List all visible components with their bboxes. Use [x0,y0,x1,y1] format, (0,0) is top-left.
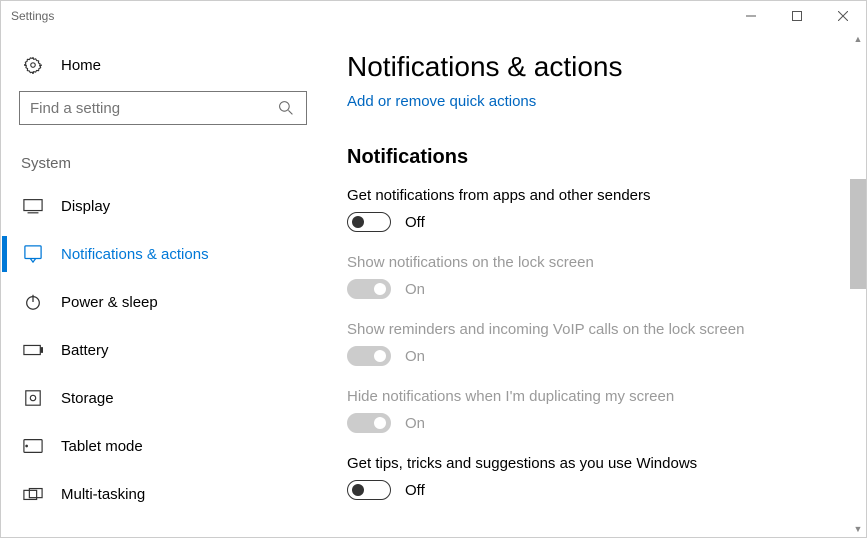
close-button[interactable] [820,1,866,31]
quick-actions-link[interactable]: Add or remove quick actions [347,93,846,110]
toggle-switch [347,413,391,433]
search-input[interactable] [30,100,276,117]
minimize-button[interactable] [728,1,774,31]
window-title: Settings [11,9,54,23]
sidebar-item-label: Notifications & actions [61,246,209,263]
scrollbar[interactable]: ▲ ▼ [850,31,866,537]
sidebar-item-label: Tablet mode [61,438,143,455]
sidebar-item-label: Battery [61,342,109,359]
sidebar-item-power[interactable]: Power & sleep [19,278,321,326]
titlebar: Settings [1,1,866,31]
setting-label: Get notifications from apps and other se… [347,187,846,204]
setting-label: Get tips, tricks and suggestions as you … [347,455,846,472]
sidebar-item-label: Multi-tasking [61,486,145,503]
scroll-up-icon[interactable]: ▲ [850,31,866,47]
maximize-button[interactable] [774,1,820,31]
sidebar-item-label: Power & sleep [61,294,158,311]
toggle-switch [347,279,391,299]
toggle-switch[interactable] [347,480,391,500]
display-icon [23,196,43,216]
setting-label: Show reminders and incoming VoIP calls o… [347,321,846,338]
power-icon [23,292,43,312]
setting-lock-screen-notifications: Show notifications on the lock screen On [347,254,846,299]
sidebar-item-tablet[interactable]: Tablet mode [19,422,321,470]
setting-label: Hide notifications when I'm duplicating … [347,388,846,405]
toggle-state: On [405,348,425,365]
sidebar-item-storage[interactable]: Storage [19,374,321,422]
toggle-switch [347,346,391,366]
scroll-down-icon[interactable]: ▼ [850,521,866,537]
toggle-state: Off [405,214,425,231]
home-nav[interactable]: Home [19,47,321,85]
search-input-container[interactable] [19,91,307,125]
sidebar-item-multitasking[interactable]: Multi-tasking [19,470,321,518]
toggle-state: On [405,281,425,298]
sidebar: Home System Display Notifications & acti… [1,31,321,537]
gear-icon [23,55,43,75]
home-label: Home [61,57,101,74]
tablet-icon [23,436,43,456]
sidebar-item-battery[interactable]: Battery [19,326,321,374]
multitasking-icon [23,484,43,504]
page-title: Notifications & actions [347,51,846,83]
setting-get-notifications: Get notifications from apps and other se… [347,187,846,232]
sidebar-item-display[interactable]: Display [19,182,321,230]
setting-hide-duplicating: Hide notifications when I'm duplicating … [347,388,846,433]
setting-voip-lock-screen: Show reminders and incoming VoIP calls o… [347,321,846,366]
storage-icon [23,388,43,408]
sidebar-item-notifications[interactable]: Notifications & actions [19,230,321,278]
toggle-state: Off [405,482,425,499]
setting-tips-tricks: Get tips, tricks and suggestions as you … [347,455,846,500]
notification-icon [23,244,43,264]
sidebar-item-label: Storage [61,390,114,407]
section-label: System [21,155,321,172]
setting-label: Show notifications on the lock screen [347,254,846,271]
toggle-state: On [405,415,425,432]
section-title: Notifications [347,146,846,169]
scroll-thumb[interactable] [850,179,866,289]
search-icon [276,98,296,118]
sidebar-item-label: Display [61,198,110,215]
battery-icon [23,340,43,360]
toggle-switch[interactable] [347,212,391,232]
main-panel: Notifications & actions Add or remove qu… [321,31,866,537]
